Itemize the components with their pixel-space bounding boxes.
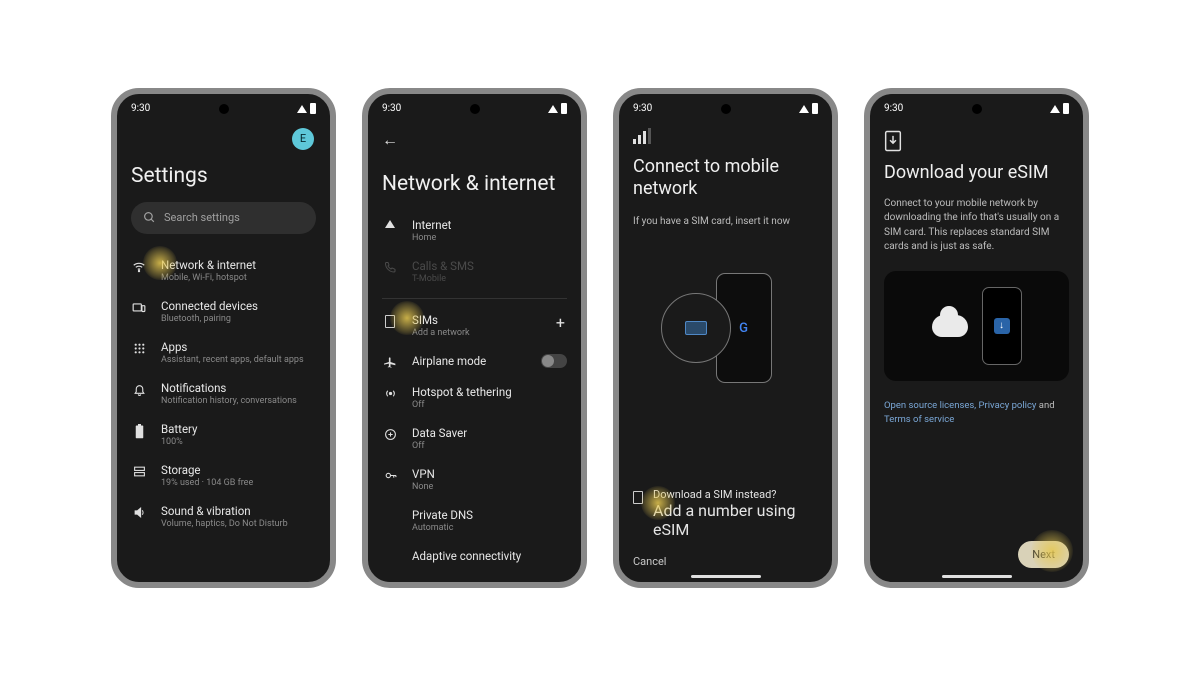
status-time: 9:30 bbox=[633, 103, 652, 114]
battery-icon bbox=[1063, 103, 1069, 114]
legal-links: Open source licenses, Privacy policy and… bbox=[884, 399, 1069, 428]
row-sound[interactable]: Sound & vibrationVolume, haptics, Do Not… bbox=[131, 496, 316, 537]
page-title: Download your eSIM bbox=[884, 162, 1069, 183]
phone-network: 9:30 ← Network & internet InternetHome C… bbox=[362, 88, 587, 588]
wifi-icon bbox=[799, 105, 809, 113]
battery-icon bbox=[310, 103, 316, 114]
sim-icon bbox=[385, 315, 395, 328]
esim-illustration: ↓ bbox=[884, 271, 1069, 381]
cancel-button[interactable]: Cancel bbox=[633, 555, 818, 568]
wifi-icon bbox=[548, 105, 558, 113]
phone-connect: 9:30 Connect to mobile network If you ha… bbox=[613, 88, 838, 588]
wifi-icon bbox=[132, 260, 146, 274]
link-licenses[interactable]: Open source licenses bbox=[884, 400, 974, 411]
storage-icon bbox=[133, 465, 146, 478]
row-vpn[interactable]: VPNNone bbox=[382, 459, 567, 500]
phone-settings: 9:30 E Settings Search settings Network … bbox=[111, 88, 336, 588]
next-button[interactable]: Next bbox=[1018, 541, 1069, 568]
row-network-internet[interactable]: Network & internetMobile, Wi-Fi, hotspot bbox=[131, 250, 316, 291]
search-settings[interactable]: Search settings bbox=[131, 202, 316, 234]
status-time: 9:30 bbox=[884, 103, 903, 114]
bell-icon bbox=[133, 383, 146, 396]
esim-download-icon bbox=[884, 130, 1069, 152]
illustration: G bbox=[633, 253, 818, 403]
body-text: If you have a SIM card, insert it now bbox=[633, 215, 818, 230]
airplane-toggle[interactable] bbox=[541, 354, 567, 368]
hotspot-icon bbox=[384, 387, 397, 400]
datasaver-icon bbox=[384, 428, 397, 441]
row-notifications[interactable]: NotificationsNotification history, conve… bbox=[131, 373, 316, 414]
apps-icon bbox=[133, 342, 146, 355]
search-icon bbox=[143, 211, 156, 224]
row-battery[interactable]: Battery100% bbox=[131, 414, 316, 455]
battery-icon bbox=[812, 103, 818, 114]
sound-icon bbox=[133, 506, 146, 519]
download-chip-icon: ↓ bbox=[994, 318, 1010, 334]
phone-esim: 9:30 Download your eSIM Connect to your … bbox=[864, 88, 1089, 588]
statusbar: 9:30 bbox=[619, 94, 832, 120]
wifi-icon bbox=[1050, 105, 1060, 113]
row-airplane[interactable]: Airplane mode bbox=[382, 346, 567, 377]
row-internet[interactable]: InternetHome bbox=[382, 210, 567, 251]
status-time: 9:30 bbox=[131, 103, 150, 114]
divider bbox=[382, 298, 567, 299]
google-logo-icon: G bbox=[739, 321, 748, 336]
phone-icon bbox=[384, 261, 396, 273]
statusbar: 9:30 bbox=[368, 94, 581, 120]
page-title: Connect to mobile network bbox=[633, 156, 818, 201]
page-title: Settings bbox=[131, 164, 316, 188]
link-privacy[interactable]: Privacy policy bbox=[979, 400, 1037, 411]
row-hotspot[interactable]: Hotspot & tetheringOff bbox=[382, 377, 567, 418]
row-connected-devices[interactable]: Connected devicesBluetooth, pairing bbox=[131, 291, 316, 332]
download-sim-row[interactable]: Download a SIM instead? Add a number usi… bbox=[633, 488, 818, 539]
wifi-icon bbox=[297, 105, 307, 113]
cloud-icon bbox=[932, 315, 968, 337]
battery-icon bbox=[561, 103, 567, 114]
row-apps[interactable]: AppsAssistant, recent apps, default apps bbox=[131, 332, 316, 373]
statusbar: 9:30 bbox=[870, 94, 1083, 120]
status-time: 9:30 bbox=[382, 103, 401, 114]
gesture-bar[interactable] bbox=[942, 575, 1012, 578]
profile-avatar[interactable]: E bbox=[292, 128, 314, 150]
row-sims[interactable]: SIMsAdd a network + bbox=[382, 305, 567, 346]
body-text: Connect to your mobile network by downlo… bbox=[884, 197, 1069, 255]
page-title: Network & internet bbox=[382, 172, 567, 196]
sim-download-icon bbox=[633, 491, 643, 504]
devices-icon bbox=[132, 301, 146, 315]
search-placeholder: Search settings bbox=[164, 211, 240, 224]
airplane-icon bbox=[384, 356, 397, 369]
row-datasaver[interactable]: Data SaverOff bbox=[382, 418, 567, 459]
statusbar: 9:30 bbox=[117, 94, 330, 120]
vpn-icon bbox=[384, 469, 397, 482]
row-calls-sms[interactable]: Calls & SMST-Mobile bbox=[382, 251, 567, 292]
row-storage[interactable]: Storage19% used · 104 GB free bbox=[131, 455, 316, 496]
battery-icon bbox=[135, 424, 144, 439]
row-private-dns[interactable]: Private DNSAutomatic bbox=[382, 500, 567, 541]
row-adaptive[interactable]: Adaptive connectivity bbox=[382, 541, 567, 571]
back-button[interactable]: ← bbox=[382, 120, 567, 150]
link-terms[interactable]: Terms of service bbox=[884, 414, 954, 425]
sim-slot-icon bbox=[685, 321, 707, 335]
add-sim-button[interactable]: + bbox=[556, 313, 567, 332]
status-icons bbox=[297, 103, 316, 114]
signal-icon bbox=[633, 128, 818, 144]
wifi-icon bbox=[385, 220, 395, 228]
gesture-bar[interactable] bbox=[691, 575, 761, 578]
